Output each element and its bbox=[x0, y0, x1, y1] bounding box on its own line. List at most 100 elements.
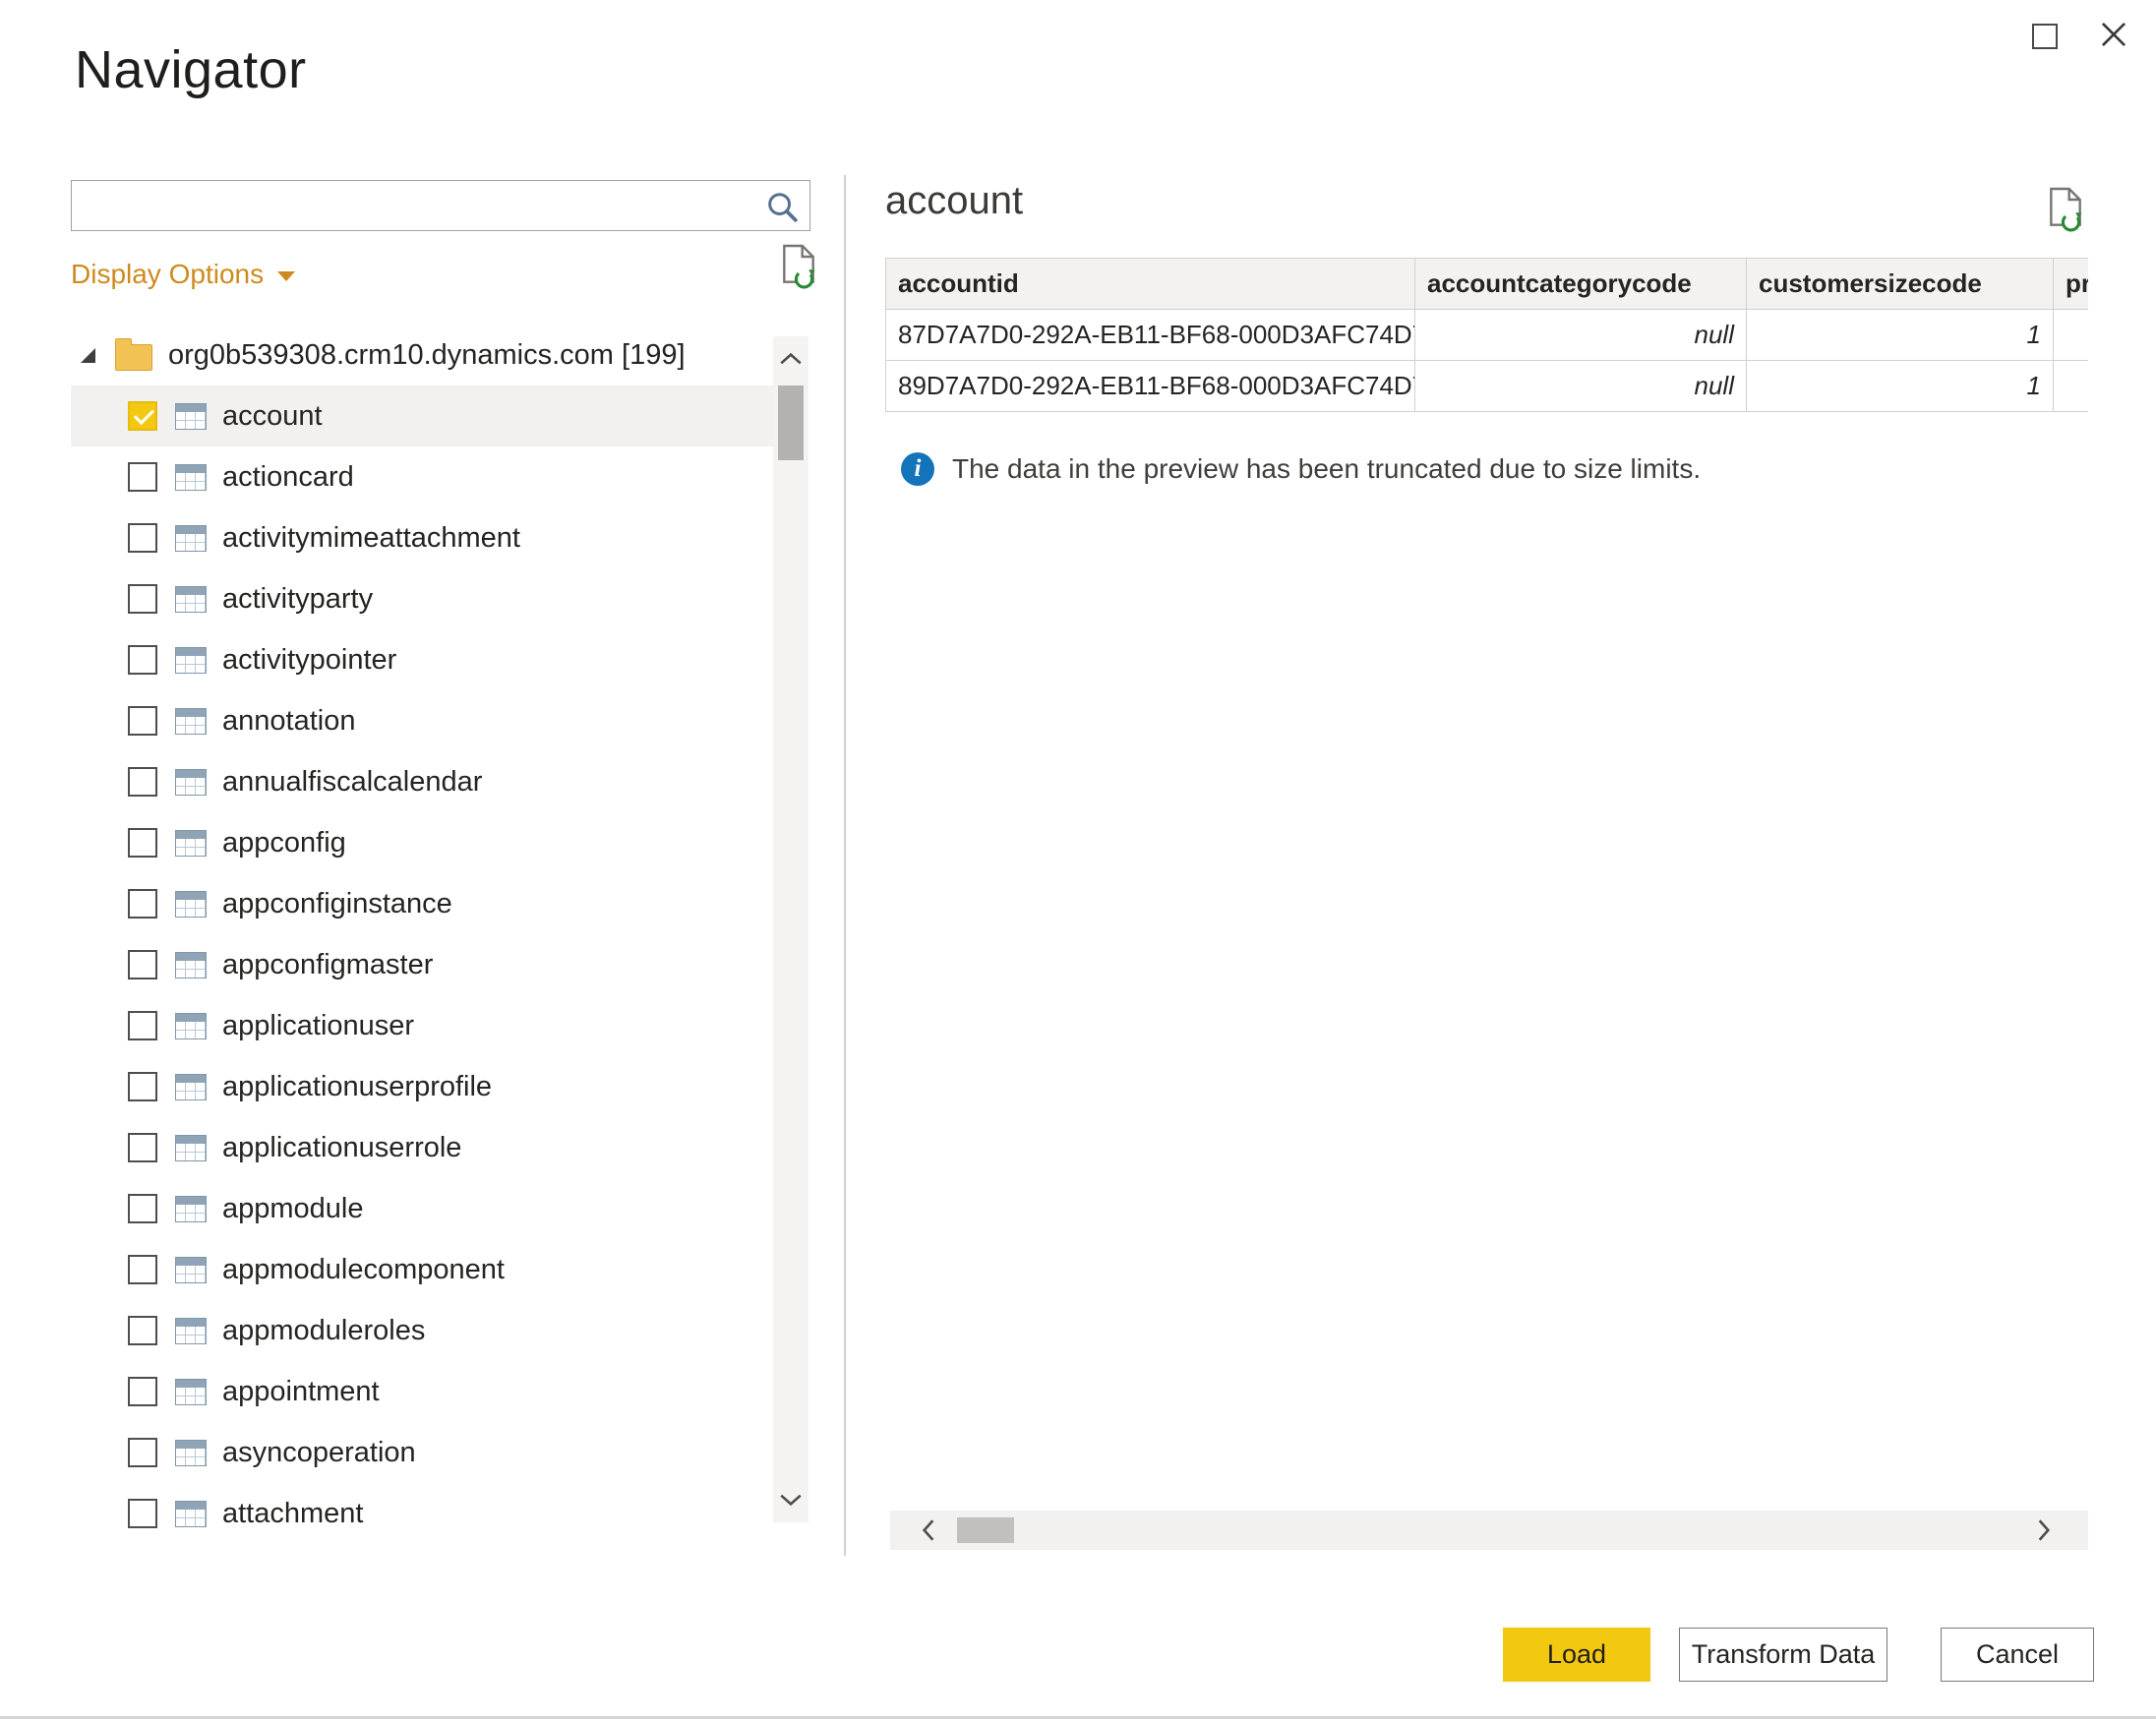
load-button[interactable]: Load bbox=[1503, 1628, 1650, 1682]
checkbox-unchecked[interactable] bbox=[128, 1194, 157, 1223]
tree-item[interactable]: appmodule bbox=[71, 1178, 773, 1239]
table-cell: 89D7A7D0-292A-EB11-BF68-000D3AFC74D7 bbox=[885, 360, 1415, 412]
search-icon[interactable] bbox=[764, 189, 800, 229]
tree-item-account[interactable]: account bbox=[71, 386, 773, 446]
tree-item[interactable]: applicationuser bbox=[71, 995, 773, 1056]
scrollbar-up-button[interactable] bbox=[773, 336, 808, 382]
tree-item[interactable]: annualfiscalcalendar bbox=[71, 751, 773, 812]
folder-icon bbox=[115, 338, 152, 371]
maximize-icon[interactable] bbox=[2032, 24, 2058, 49]
tree-item[interactable]: asyncoperation bbox=[71, 1422, 773, 1483]
tree-item[interactable]: appmodulecomponent bbox=[71, 1239, 773, 1300]
checkbox-unchecked[interactable] bbox=[128, 1133, 157, 1162]
search-box bbox=[71, 180, 810, 231]
tree-item[interactable]: applicationuserrole bbox=[71, 1117, 773, 1178]
refresh-list-button[interactable] bbox=[777, 244, 820, 296]
info-icon: i bbox=[901, 452, 934, 486]
checkbox-unchecked[interactable] bbox=[128, 1072, 157, 1101]
tree-item-label: appconfiginstance bbox=[222, 887, 452, 920]
page-title: Navigator bbox=[75, 40, 307, 99]
info-message: The data in the preview has been truncat… bbox=[952, 453, 1702, 484]
scrollbar-down-button[interactable] bbox=[773, 1477, 808, 1522]
display-options-label: Display Options bbox=[71, 259, 265, 289]
tree-item-label: actioncard bbox=[222, 460, 354, 493]
tree-item[interactable]: appconfigmaster bbox=[71, 934, 773, 995]
preview-title: account bbox=[885, 179, 1024, 222]
expander-icon[interactable] bbox=[81, 347, 95, 363]
cancel-button[interactable]: Cancel bbox=[1941, 1628, 2094, 1682]
tree-item[interactable]: annotation bbox=[71, 690, 773, 751]
table-icon bbox=[175, 890, 207, 918]
chevron-left-icon bbox=[922, 1519, 934, 1541]
checkbox-unchecked[interactable] bbox=[128, 1499, 157, 1528]
tree-root-row[interactable]: org0b539308.crm10.dynamics.com [199] bbox=[71, 325, 773, 386]
table-icon bbox=[175, 1134, 207, 1161]
refresh-preview-icon bbox=[2050, 187, 2082, 232]
tree-scrollbar[interactable] bbox=[773, 336, 808, 1522]
tree-item-label: appointment bbox=[222, 1375, 380, 1407]
table-icon bbox=[175, 951, 207, 979]
panel-divider bbox=[844, 175, 846, 1556]
checkbox-unchecked[interactable] bbox=[128, 828, 157, 858]
tree-item[interactable]: appconfiginstance bbox=[71, 873, 773, 934]
checkbox-unchecked[interactable] bbox=[128, 584, 157, 614]
refresh-preview-icon bbox=[783, 244, 815, 289]
display-options-dropdown[interactable]: Display Options bbox=[71, 254, 296, 295]
checkbox-unchecked[interactable] bbox=[128, 1255, 157, 1284]
tree-item[interactable]: activitymimeattachment bbox=[71, 507, 773, 568]
tree-item-label: attachment bbox=[222, 1497, 364, 1529]
tree-item[interactable]: appconfig bbox=[71, 812, 773, 873]
tree-item[interactable]: attachment bbox=[71, 1483, 773, 1544]
table-icon bbox=[175, 1012, 207, 1039]
tree-item[interactable]: activityparty bbox=[71, 568, 773, 629]
tree-item[interactable]: activitypointer bbox=[71, 629, 773, 690]
checkbox-unchecked[interactable] bbox=[128, 1377, 157, 1406]
table-icon bbox=[175, 1317, 207, 1344]
tree-item-label: appmoduleroles bbox=[222, 1314, 426, 1346]
tree-item-label: appmodule bbox=[222, 1192, 364, 1224]
chevron-down-icon bbox=[780, 1494, 802, 1507]
checkbox-unchecked[interactable] bbox=[128, 645, 157, 675]
close-icon[interactable] bbox=[2095, 16, 2132, 53]
checkbox-checked[interactable] bbox=[128, 401, 157, 431]
table-cell: 87D7A7D0-292A-EB11-BF68-000D3AFC74D7 bbox=[885, 309, 1415, 361]
checkbox-unchecked[interactable] bbox=[128, 462, 157, 492]
table-cell: 1 bbox=[1746, 309, 2054, 361]
checkbox-unchecked[interactable] bbox=[128, 950, 157, 979]
table-cell bbox=[2053, 360, 2088, 412]
tree-item[interactable]: appointment bbox=[71, 1361, 773, 1422]
table-icon bbox=[175, 585, 207, 613]
refresh-preview-button[interactable] bbox=[2044, 187, 2087, 239]
navigation-tree: org0b539308.crm10.dynamics.com [199] acc… bbox=[71, 325, 773, 1544]
table-row: 89D7A7D0-292A-EB11-BF68-000D3AFC74D7 nul… bbox=[885, 360, 2088, 412]
table-icon bbox=[175, 768, 207, 796]
checkbox-unchecked[interactable] bbox=[128, 1316, 157, 1345]
transform-data-button[interactable]: Transform Data bbox=[1679, 1628, 1887, 1682]
chevron-right-icon bbox=[2038, 1519, 2051, 1541]
tree-item[interactable]: appmoduleroles bbox=[71, 1300, 773, 1361]
scrollbar-left-button[interactable] bbox=[906, 1511, 951, 1550]
table-icon bbox=[175, 1256, 207, 1283]
scrollbar-thumb[interactable] bbox=[957, 1517, 1014, 1543]
scrollbar-right-button[interactable] bbox=[2021, 1511, 2066, 1550]
preview-horizontal-scrollbar[interactable] bbox=[890, 1511, 2088, 1550]
search-input[interactable] bbox=[72, 181, 809, 230]
scrollbar-thumb[interactable] bbox=[778, 386, 804, 460]
table-icon bbox=[175, 1500, 207, 1527]
table-cell: 1 bbox=[1746, 360, 2054, 412]
checkbox-unchecked[interactable] bbox=[128, 1438, 157, 1467]
caret-down-icon bbox=[277, 271, 296, 281]
checkbox-unchecked[interactable] bbox=[128, 523, 157, 553]
tree-item-label: appconfig bbox=[222, 826, 346, 859]
column-header: accountid bbox=[885, 258, 1415, 310]
table-icon bbox=[175, 463, 207, 491]
checkbox-unchecked[interactable] bbox=[128, 767, 157, 797]
checkbox-unchecked[interactable] bbox=[128, 889, 157, 919]
tree-item[interactable]: actioncard bbox=[71, 446, 773, 507]
checkbox-unchecked[interactable] bbox=[128, 706, 157, 736]
checkbox-unchecked[interactable] bbox=[128, 1011, 157, 1040]
table-cell bbox=[2053, 309, 2088, 361]
tree-item-label: annualfiscalcalendar bbox=[222, 765, 483, 798]
tree-item[interactable]: applicationuserprofile bbox=[71, 1056, 773, 1117]
window-bottom-edge bbox=[0, 1716, 2156, 1719]
